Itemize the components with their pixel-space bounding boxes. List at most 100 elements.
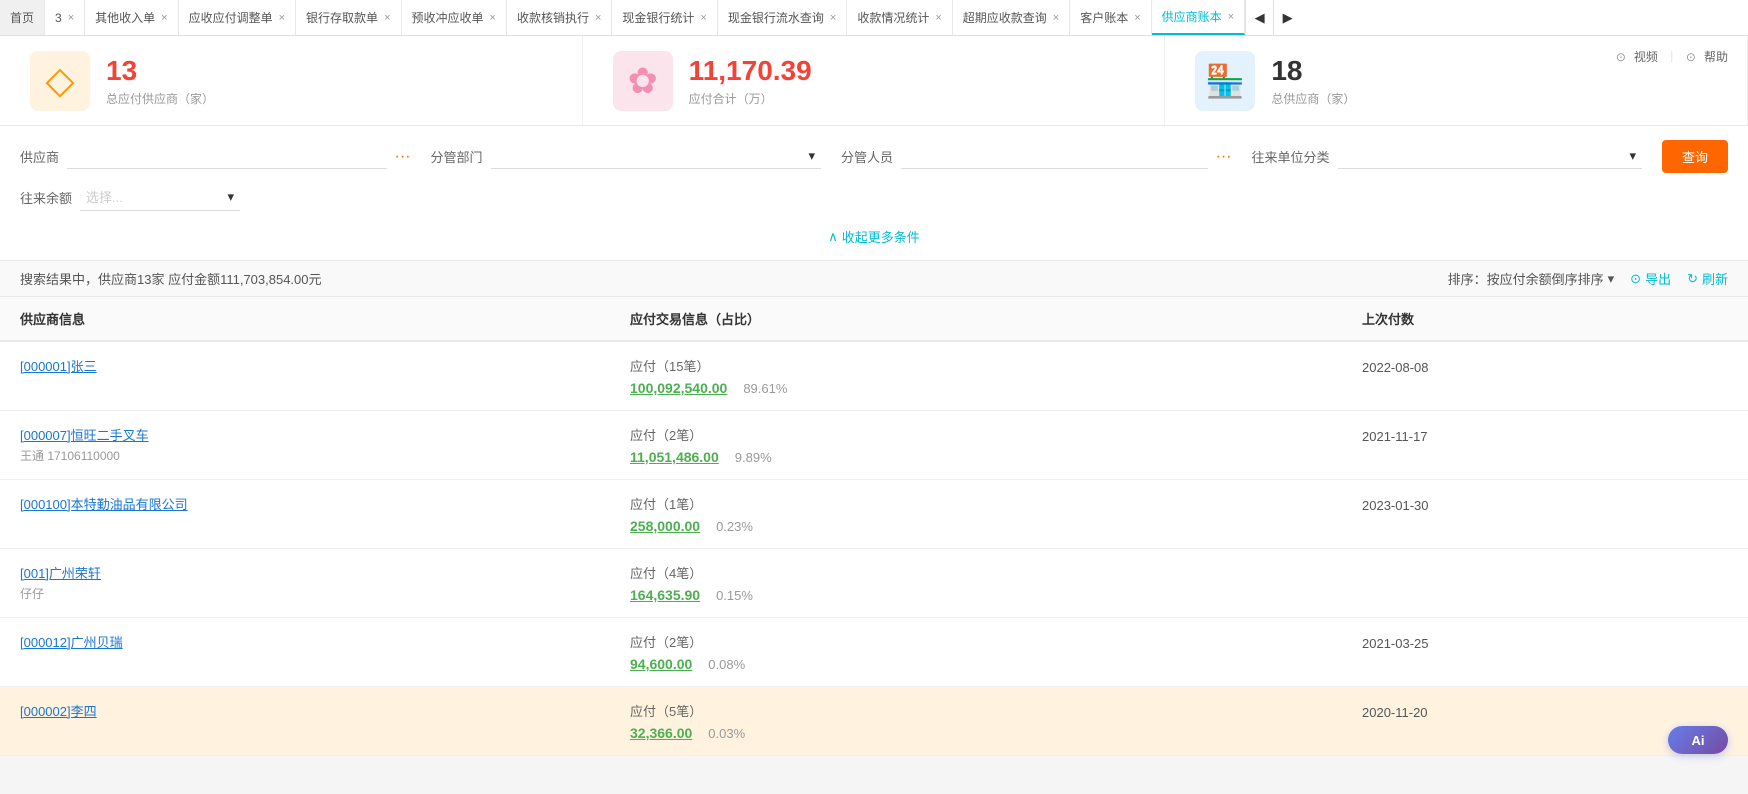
- transaction-amount[interactable]: 100,092,540.00: [630, 380, 727, 396]
- nav-tab-adjust[interactable]: 应收应付调整单 ×: [179, 0, 296, 35]
- table-row[interactable]: [000001]张三 应付（15笔） 100,092,540.00 89.61%…: [0, 342, 1748, 411]
- transaction-percent: 0.15%: [716, 588, 753, 603]
- dept-select[interactable]: ▾: [491, 144, 821, 169]
- last-pay-cell: 2021-03-25: [1362, 632, 1728, 651]
- nav-tab-pre-receive[interactable]: 预收冲应收单 ×: [402, 0, 507, 35]
- balance-select[interactable]: 选择... ▾: [80, 183, 240, 211]
- table-row[interactable]: [000007]恒旺二手叉车 王通 17106110000 应付（2笔） 11,…: [0, 411, 1748, 480]
- refresh-button[interactable]: ↻ 刷新: [1687, 269, 1728, 288]
- nav-tab-receive-stat-close[interactable]: ×: [935, 12, 941, 24]
- transaction-label: 应付（4笔）: [630, 563, 1362, 582]
- supplier-info-cell: [000100]本特勤油品有限公司: [20, 494, 630, 513]
- supplier-name-link[interactable]: [000007]恒旺二手叉车: [20, 425, 630, 444]
- nav-arrow-right[interactable]: ▶: [1273, 0, 1301, 36]
- last-pay-date: [1362, 563, 1728, 567]
- transaction-label: 应付（2笔）: [630, 425, 1362, 444]
- refresh-icon: ↻: [1687, 271, 1698, 287]
- supplier-dots-icon[interactable]: ···: [395, 148, 411, 166]
- help-link[interactable]: 帮助: [1704, 48, 1728, 65]
- nav-tab-bank-close[interactable]: ×: [384, 12, 390, 24]
- ai-button[interactable]: Ai: [1668, 726, 1728, 754]
- col-header-lastpay: 上次付数: [1362, 309, 1728, 328]
- last-pay-cell: [1362, 563, 1728, 567]
- category-select[interactable]: ▾: [1338, 144, 1642, 169]
- transaction-amount-row: 94,600.00 0.08%: [630, 651, 1362, 672]
- nav-tab-customer-book[interactable]: 客户账本 ×: [1070, 0, 1151, 35]
- nav-tab-receive-stat-label: 收款情况统计: [857, 9, 929, 26]
- sort-button[interactable]: 排序：按应付余额倒序排序 ▾: [1448, 269, 1615, 288]
- person-input[interactable]: [901, 145, 1208, 169]
- nav-tab-overdue-close[interactable]: ×: [1053, 12, 1059, 24]
- nav-tab-cash-stat-close[interactable]: ×: [700, 12, 706, 24]
- supplier-sub-info: 仔仔: [20, 585, 630, 602]
- nav-tab-adjust-close[interactable]: ×: [279, 12, 285, 24]
- supplier-name-link[interactable]: [000002]李四: [20, 701, 630, 720]
- nav-tab-receive-stat[interactable]: 收款情况统计 ×: [847, 0, 952, 35]
- results-actions: 排序：按应付余额倒序排序 ▾ ⊙ 导出 ↻ 刷新: [1448, 269, 1728, 288]
- stat-rice-icon: ✿: [613, 51, 673, 111]
- table-header: 供应商信息 应付交易信息（占比） 上次付数: [0, 297, 1748, 342]
- last-pay-date: 2020-11-20: [1362, 701, 1728, 720]
- last-pay-date: 2021-03-25: [1362, 632, 1728, 651]
- person-dots-icon[interactable]: ···: [1216, 148, 1232, 166]
- table-row[interactable]: [001]广州荣轩 仔仔 应付（4笔） 164,635.90 0.15%: [0, 549, 1748, 618]
- nav-tab-3[interactable]: 3 ×: [45, 0, 85, 35]
- nav-tab-supplier-book-label: 供应商账本: [1162, 8, 1222, 25]
- transaction-amount[interactable]: 32,366.00: [630, 725, 692, 741]
- transaction-amount-row: 100,092,540.00 89.61%: [630, 375, 1362, 396]
- nav-tab-other-income[interactable]: 其他收入单 ×: [85, 0, 178, 35]
- transaction-info-cell: 应付（15笔） 100,092,540.00 89.61%: [630, 356, 1362, 396]
- nav-arrow-left[interactable]: ◀: [1245, 0, 1273, 36]
- filter-supplier: 供应商 ···: [20, 145, 411, 169]
- last-pay-cell: 2022-08-08: [1362, 356, 1728, 375]
- table-row[interactable]: [000002]李四 应付（5笔） 32,366.00 0.03% 2020-1…: [0, 687, 1748, 756]
- nav-tab-overdue[interactable]: 超期应收款查询 ×: [953, 0, 1070, 35]
- nav-tab-cash-stat[interactable]: 现金银行统计 ×: [612, 0, 717, 35]
- category-filter-label: 往来单位分类: [1252, 147, 1330, 166]
- filter-category: 往来单位分类 ▾: [1252, 144, 1643, 169]
- supplier-sub-info: 王通 17106110000: [20, 447, 630, 464]
- transaction-info-cell: 应付（5笔） 32,366.00 0.03%: [630, 701, 1362, 741]
- transaction-info-cell: 应付（2笔） 11,051,486.00 9.89%: [630, 425, 1362, 465]
- supplier-name-link[interactable]: [000001]张三: [20, 356, 630, 375]
- col-header-supplier: 供应商信息: [20, 309, 630, 328]
- supplier-info-cell: [000002]李四: [20, 701, 630, 720]
- nav-tab-bank[interactable]: 银行存取款单 ×: [296, 0, 401, 35]
- stat-label-2: 应付合计（万）: [689, 90, 812, 107]
- supplier-name-link[interactable]: [000100]本特勤油品有限公司: [20, 494, 630, 513]
- nav-tab-verify[interactable]: 收款核销执行 ×: [507, 0, 612, 35]
- transaction-label: 应付（1笔）: [630, 494, 1362, 513]
- search-button[interactable]: 查询: [1662, 140, 1728, 173]
- nav-tab-verify-close[interactable]: ×: [595, 12, 601, 24]
- transaction-info-cell: 应付（1笔） 258,000.00 0.23%: [630, 494, 1362, 534]
- export-label: 导出: [1645, 269, 1671, 288]
- supplier-name-link[interactable]: [001]广州荣轩: [20, 563, 630, 582]
- last-pay-cell: 2021-11-17: [1362, 425, 1728, 444]
- nav-tab-customer-book-close[interactable]: ×: [1134, 12, 1140, 24]
- nav-tab-supplier-book-close[interactable]: ×: [1228, 11, 1234, 23]
- nav-tab-home[interactable]: 首页: [0, 0, 45, 35]
- nav-tab-flow-query[interactable]: 现金银行流水查询 ×: [718, 0, 847, 35]
- table-row[interactable]: [000012]广州贝瑞 应付（2笔） 94,600.00 0.08% 2021…: [0, 618, 1748, 687]
- nav-tab-3-close[interactable]: ×: [68, 12, 74, 24]
- stat-label-3: 总供应商（家）: [1271, 90, 1355, 107]
- nav-tab-other-income-close[interactable]: ×: [161, 12, 167, 24]
- collapse-label: 收起更多条件: [842, 227, 920, 246]
- collapse-button[interactable]: ∧ 收起更多条件: [828, 227, 920, 246]
- nav-tab-flow-query-close[interactable]: ×: [830, 12, 836, 24]
- transaction-amount[interactable]: 94,600.00: [630, 656, 692, 672]
- nav-tab-pre-receive-close[interactable]: ×: [490, 12, 496, 24]
- balance-placeholder: 选择...: [86, 187, 123, 206]
- nav-tab-supplier-book[interactable]: 供应商账本 ×: [1152, 0, 1245, 35]
- video-link[interactable]: 视频: [1634, 48, 1658, 65]
- transaction-amount[interactable]: 11,051,486.00: [630, 449, 719, 465]
- supplier-name-link[interactable]: [000012]广州贝瑞: [20, 632, 630, 651]
- filter-dept: 分管部门 ▾: [431, 144, 822, 169]
- transaction-amount[interactable]: 258,000.00: [630, 518, 700, 534]
- supplier-input[interactable]: [67, 145, 387, 169]
- export-button[interactable]: ⊙ 导出: [1630, 269, 1671, 288]
- table-row[interactable]: [000100]本特勤油品有限公司 应付（1笔） 258,000.00 0.23…: [0, 480, 1748, 549]
- transaction-amount[interactable]: 164,635.90: [630, 587, 700, 603]
- sort-label: 排序：按应付余额倒序排序: [1448, 269, 1604, 288]
- col-header-transaction: 应付交易信息（占比）: [630, 309, 1362, 328]
